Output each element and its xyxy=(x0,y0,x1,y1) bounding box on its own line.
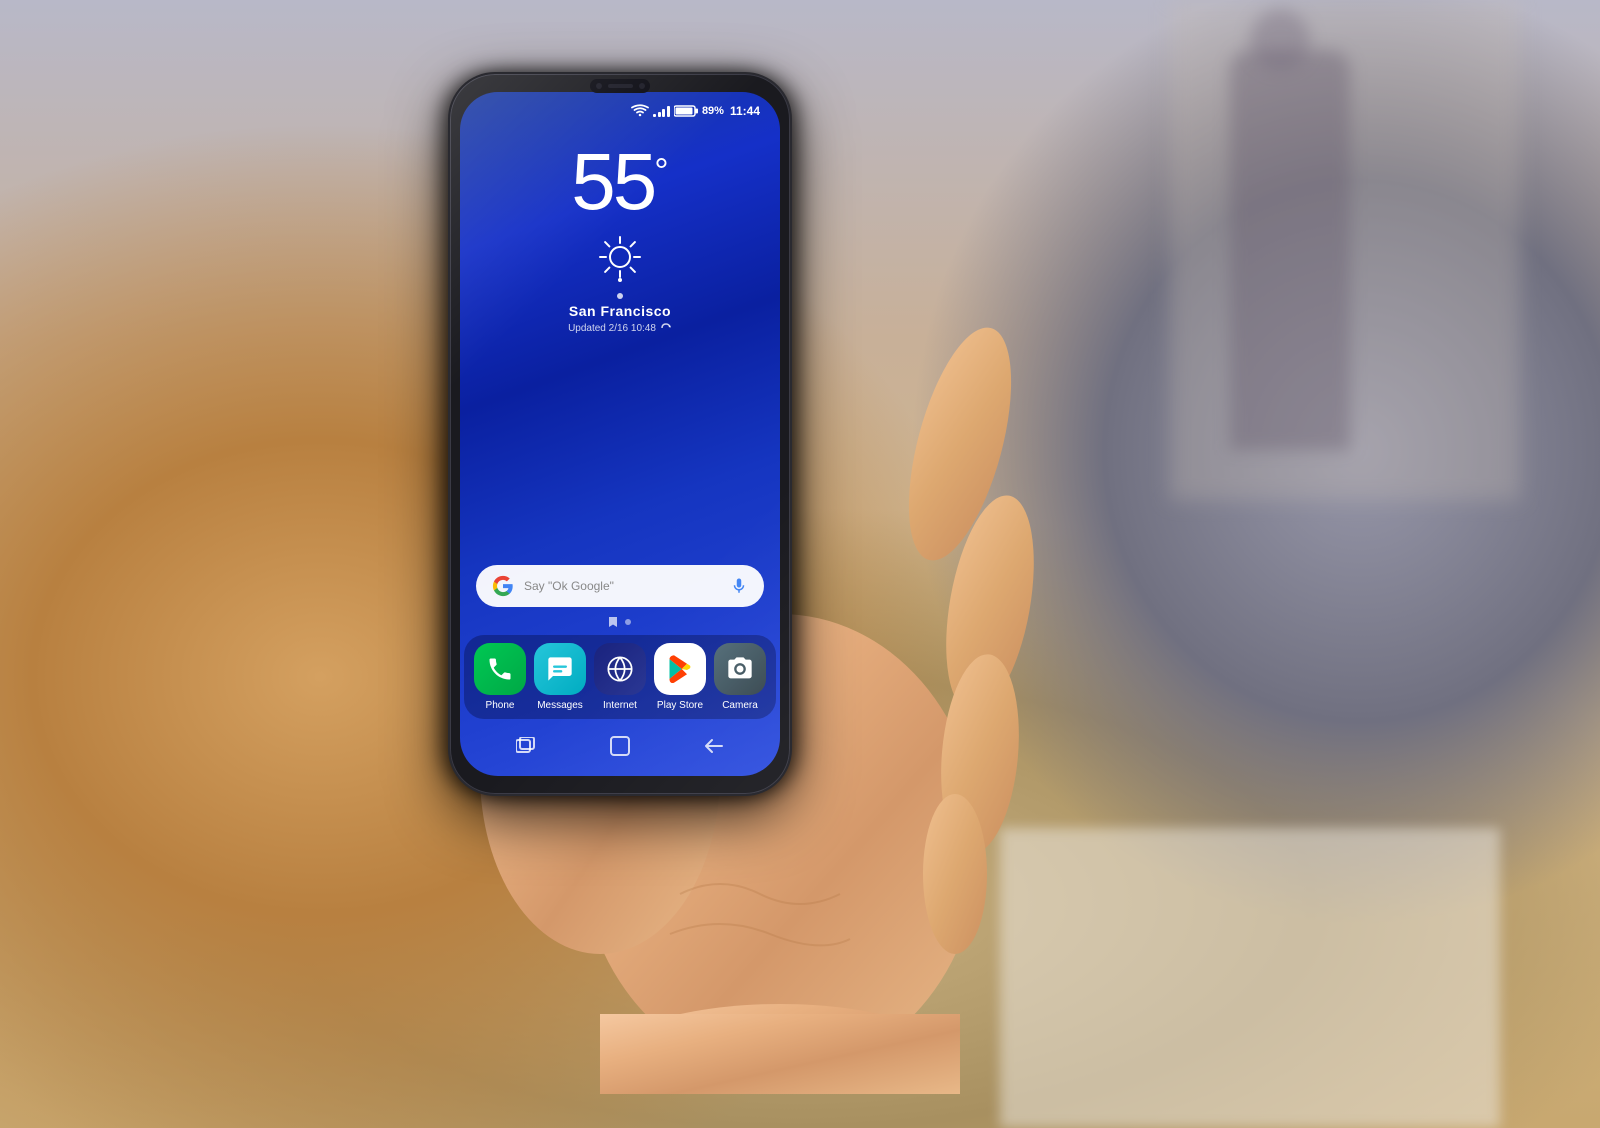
recents-icon xyxy=(516,737,538,755)
camera-app-icon[interactable] xyxy=(714,643,766,695)
voice-search-icon[interactable] xyxy=(730,577,748,595)
location-dot xyxy=(617,293,623,299)
phone-icon xyxy=(486,655,514,683)
camera-app[interactable]: Camera xyxy=(714,643,766,711)
messages-icon xyxy=(546,655,574,683)
page-indicators xyxy=(460,617,780,627)
earpiece xyxy=(608,84,633,88)
updated-text: Updated 2/16 10:48 xyxy=(568,322,672,334)
browser-icon xyxy=(606,655,634,683)
phone-app[interactable]: Phone xyxy=(474,643,526,711)
play-store-app-icon[interactable] xyxy=(654,643,706,695)
internet-app-label: Internet xyxy=(603,700,637,711)
camera-app-label: Camera xyxy=(722,700,758,711)
internet-app-icon[interactable] xyxy=(594,643,646,695)
battery-icon xyxy=(674,105,698,117)
status-icons: 89% 11:44 xyxy=(631,104,760,118)
weather-icon xyxy=(595,232,645,287)
phone-body: 89% 11:44 55 ° xyxy=(450,74,790,794)
recents-button[interactable] xyxy=(516,737,538,760)
battery-percent: 89% xyxy=(702,105,724,117)
search-placeholder: Say "Ok Google" xyxy=(524,579,720,593)
front-camera xyxy=(590,79,650,93)
google-logo xyxy=(492,575,514,597)
phone-app-icon[interactable] xyxy=(474,643,526,695)
time-display: 11:44 xyxy=(730,104,760,118)
sensor xyxy=(639,83,645,89)
hand-phone-assembly: 89% 11:44 55 ° xyxy=(460,54,1140,1074)
wifi-icon xyxy=(631,104,649,118)
sun-icon xyxy=(595,232,645,282)
status-bar: 89% 11:44 xyxy=(460,92,780,122)
app-dock: Phone Messages xyxy=(464,635,776,719)
scene-container: 89% 11:44 55 ° xyxy=(0,0,1600,1128)
bookmark-indicator xyxy=(609,617,617,627)
messages-app[interactable]: Messages xyxy=(534,643,586,711)
phone-app-label: Phone xyxy=(486,700,515,711)
weather-widget: 55 ° xyxy=(460,122,780,344)
back-button[interactable] xyxy=(702,737,724,761)
refresh-icon xyxy=(660,322,672,334)
temperature-value: 55 xyxy=(571,142,654,222)
phone-screen[interactable]: 89% 11:44 55 ° xyxy=(460,92,780,776)
navigation-bar xyxy=(460,727,780,776)
temperature-display: 55 ° xyxy=(571,142,668,222)
temperature-unit: ° xyxy=(654,150,668,192)
page-dot-1 xyxy=(625,619,631,625)
back-icon xyxy=(702,737,724,755)
play-store-app-label: Play Store xyxy=(657,700,703,711)
play-store-app[interactable]: Play Store xyxy=(654,643,706,711)
signal-icon xyxy=(653,105,670,117)
camera-icon xyxy=(726,655,754,683)
play-store-icon xyxy=(666,655,694,683)
google-search-bar[interactable]: Say "Ok Google" xyxy=(476,565,764,607)
internet-app[interactable]: Internet xyxy=(594,643,646,711)
home-button[interactable] xyxy=(609,735,631,762)
home-icon xyxy=(609,735,631,757)
city-name: San Francisco xyxy=(569,303,671,319)
messages-app-icon[interactable] xyxy=(534,643,586,695)
phone-device: 89% 11:44 55 ° xyxy=(450,74,790,794)
messages-app-label: Messages xyxy=(537,700,583,711)
camera-lens xyxy=(596,83,602,89)
